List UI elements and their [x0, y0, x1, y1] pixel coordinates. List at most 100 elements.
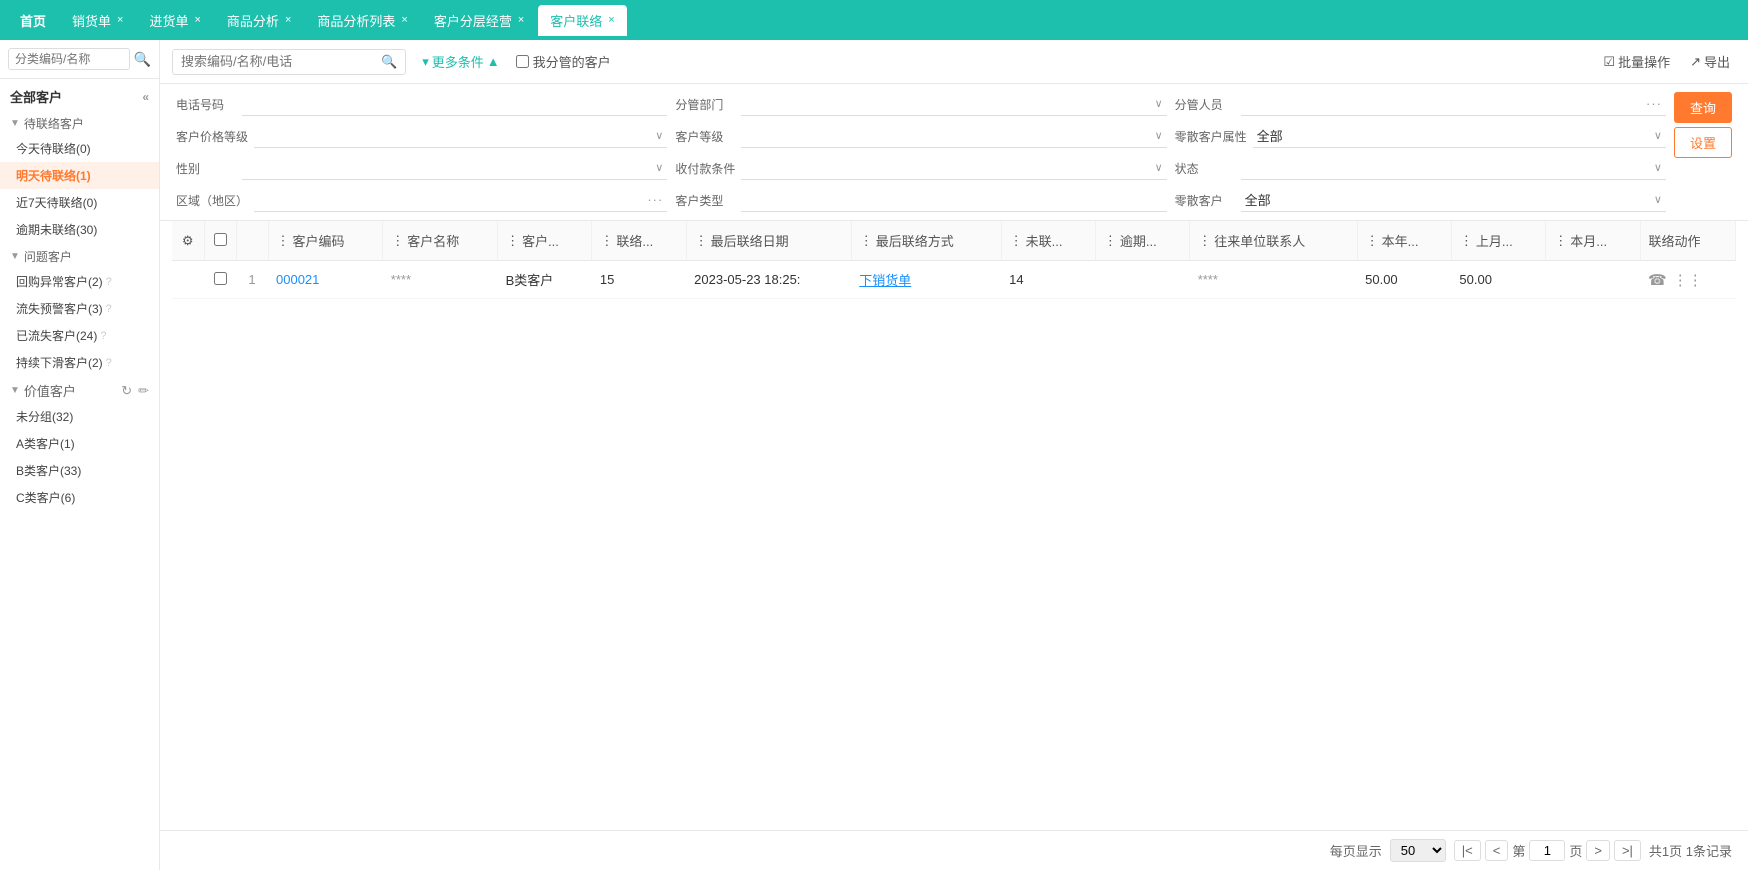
- toolbar-right: ☑ 批量操作 ↗ 导出: [1597, 48, 1736, 75]
- dept-label: 分管部门: [675, 96, 735, 113]
- sidebar-pending-item[interactable]: 今天待联络(0): [0, 135, 159, 162]
- sidebar-value-item[interactable]: 未分组(32): [0, 403, 159, 430]
- nav-item-商品分析[interactable]: 商品分析×: [215, 5, 303, 36]
- row-checkbox-cell[interactable]: [204, 261, 236, 299]
- dept-select[interactable]: ∨: [741, 92, 1166, 116]
- last-page-button[interactable]: >|: [1614, 840, 1641, 861]
- first-page-button[interactable]: |<: [1454, 840, 1481, 861]
- value-group-edit-icon[interactable]: ✏: [138, 383, 149, 399]
- phone-label: 电话号码: [176, 96, 236, 113]
- collapse-icon[interactable]: «: [142, 90, 149, 104]
- close-tab-icon[interactable]: ×: [117, 14, 123, 26]
- customer-level-label: 客户等级: [675, 128, 735, 145]
- row-last-contact-method[interactable]: 下销货单: [851, 261, 1001, 299]
- prev-page-button[interactable]: <: [1485, 840, 1509, 861]
- page-size-select[interactable]: 50 100 200: [1390, 839, 1446, 862]
- filter-status: 状态 ∨: [1175, 156, 1666, 180]
- col-unit-contact: ⋮往来单位联系人: [1190, 221, 1357, 261]
- setting-button[interactable]: 设置: [1674, 127, 1732, 158]
- close-tab-icon[interactable]: ×: [518, 14, 524, 26]
- more-action-icon[interactable]: ⋮⋮: [1673, 271, 1703, 289]
- sidebar-search-icon[interactable]: 🔍: [134, 51, 151, 68]
- top-navigation: 首页 销货单×进货单×商品分析×商品分析列表×客户分层经营×客户联络×: [0, 0, 1748, 40]
- payment-select[interactable]: ∨: [741, 156, 1166, 180]
- value-group-label: 价值客户↻✏: [0, 376, 159, 403]
- close-tab-icon[interactable]: ×: [194, 14, 200, 26]
- filter-dept: 分管部门 ∨: [675, 92, 1166, 116]
- toolbar-search: 🔍: [172, 49, 406, 75]
- help-icon: ?: [100, 330, 106, 342]
- contact-method-link[interactable]: 下销货单: [859, 273, 911, 288]
- footer: 每页显示 50 100 200 |< < 第 页 > >| 共1页 1条记录: [160, 830, 1748, 870]
- filter-customer-type: 客户类型: [675, 188, 1166, 212]
- person-select[interactable]: ···: [1241, 92, 1666, 116]
- sidebar-value-item[interactable]: A类客户(1): [0, 430, 159, 457]
- filter-row-2: 客户价格等级 ∨ 客户等级 ∨ 零散客户属性: [176, 124, 1666, 148]
- nav-item-进货单[interactable]: 进货单×: [137, 5, 212, 36]
- retail-attr-select[interactable]: 全部 ∨: [1253, 124, 1666, 148]
- price-level-select[interactable]: ∨: [254, 124, 667, 148]
- total-label: 共1页 1条记录: [1649, 841, 1732, 860]
- settings-icon: ⚙: [182, 233, 194, 248]
- close-tab-icon[interactable]: ×: [608, 14, 614, 26]
- retail-customer-select[interactable]: 全部 ∨: [1241, 188, 1666, 212]
- page-number-input[interactable]: [1529, 840, 1565, 861]
- customer-level-select[interactable]: ∨: [741, 124, 1166, 148]
- row-contact: 15: [592, 261, 686, 299]
- contact-action-icon[interactable]: ☎: [1648, 271, 1667, 289]
- status-label: 状态: [1175, 160, 1235, 177]
- row-last-month: 50.00: [1451, 261, 1545, 299]
- help-icon: ?: [106, 357, 112, 369]
- nav-item-客户联络[interactable]: 客户联络×: [538, 5, 626, 36]
- nav-item-商品分析列表[interactable]: 商品分析列表×: [305, 5, 419, 36]
- my-customers-checkbox[interactable]: [516, 55, 529, 68]
- col-code: ⋮客户编码: [268, 221, 383, 261]
- sidebar-pending-item[interactable]: 明天待联络(1): [0, 162, 159, 189]
- table-body: 1 000021 **** B类客户 15 2023-05-23 18:25: …: [172, 261, 1736, 299]
- phone-input[interactable]: [242, 93, 667, 116]
- row-code[interactable]: 000021: [268, 261, 383, 299]
- nav-home[interactable]: 首页: [8, 5, 58, 36]
- filter-price-level: 客户价格等级 ∨: [176, 124, 667, 148]
- filter-columns: 电话号码 分管部门 ∨ 分管人员 ···: [176, 92, 1666, 212]
- close-tab-icon[interactable]: ×: [401, 14, 407, 26]
- nav-item-客户分层经营[interactable]: 客户分层经营×: [422, 5, 536, 36]
- nav-item-销货单[interactable]: 销货单×: [60, 5, 135, 36]
- more-filter-button[interactable]: ▾ 更多条件 ▲: [414, 48, 507, 75]
- sidebar-value-item[interactable]: B类客户(33): [0, 457, 159, 484]
- col-name: ⋮客户名称: [383, 221, 498, 261]
- next-page-button[interactable]: >: [1586, 840, 1610, 861]
- sidebar-problem-item[interactable]: 已流失客户(24) ?: [0, 322, 159, 349]
- close-tab-icon[interactable]: ×: [285, 14, 291, 26]
- my-customers-checkbox-label[interactable]: 我分管的客户: [516, 52, 611, 71]
- pagination: |< < 第 页 > >|: [1454, 840, 1641, 861]
- sidebar-search-input[interactable]: [8, 48, 130, 70]
- filter-retail-attr: 零散客户属性 全部 ∨: [1175, 124, 1666, 148]
- gender-select[interactable]: ∨: [242, 156, 667, 180]
- main-search-button[interactable]: 🔍: [373, 50, 405, 74]
- col-checkbox[interactable]: [204, 221, 236, 261]
- sidebar-problem-item[interactable]: 流失预警客户(3) ?: [0, 295, 159, 322]
- batch-op-button[interactable]: ☑ 批量操作: [1597, 48, 1676, 75]
- main-search-input[interactable]: [173, 50, 373, 73]
- sidebar-pending-item[interactable]: 逾期未联络(30): [0, 216, 159, 243]
- col-settings[interactable]: ⚙: [172, 221, 204, 261]
- col-this-month: ⋮本月...: [1546, 221, 1640, 261]
- customer-type-select[interactable]: [741, 188, 1166, 212]
- region-select[interactable]: ···: [254, 188, 667, 212]
- sidebar-pending-item[interactable]: 近7天待联络(0): [0, 189, 159, 216]
- query-button[interactable]: 查询: [1674, 92, 1732, 123]
- select-all-checkbox[interactable]: [214, 233, 227, 246]
- sidebar-problem-item[interactable]: 回购异常客户(2) ?: [0, 268, 159, 295]
- status-select[interactable]: ∨: [1241, 156, 1666, 180]
- row-last-contact-date: 2023-05-23 18:25:: [686, 261, 851, 299]
- row-name[interactable]: ****: [383, 261, 498, 299]
- col-last-contact-date: ⋮最后联络日期: [686, 221, 851, 261]
- all-customers-label[interactable]: 全部客户«: [0, 79, 159, 110]
- export-button[interactable]: ↗ 导出: [1684, 48, 1736, 75]
- sidebar-search-area: 🔍: [0, 40, 159, 79]
- sidebar-problem-item[interactable]: 持续下滑客户(2) ?: [0, 349, 159, 376]
- sidebar-value-item[interactable]: C类客户(6): [0, 484, 159, 511]
- row-checkbox[interactable]: [214, 272, 227, 285]
- value-group-refresh-icon[interactable]: ↻: [121, 383, 132, 399]
